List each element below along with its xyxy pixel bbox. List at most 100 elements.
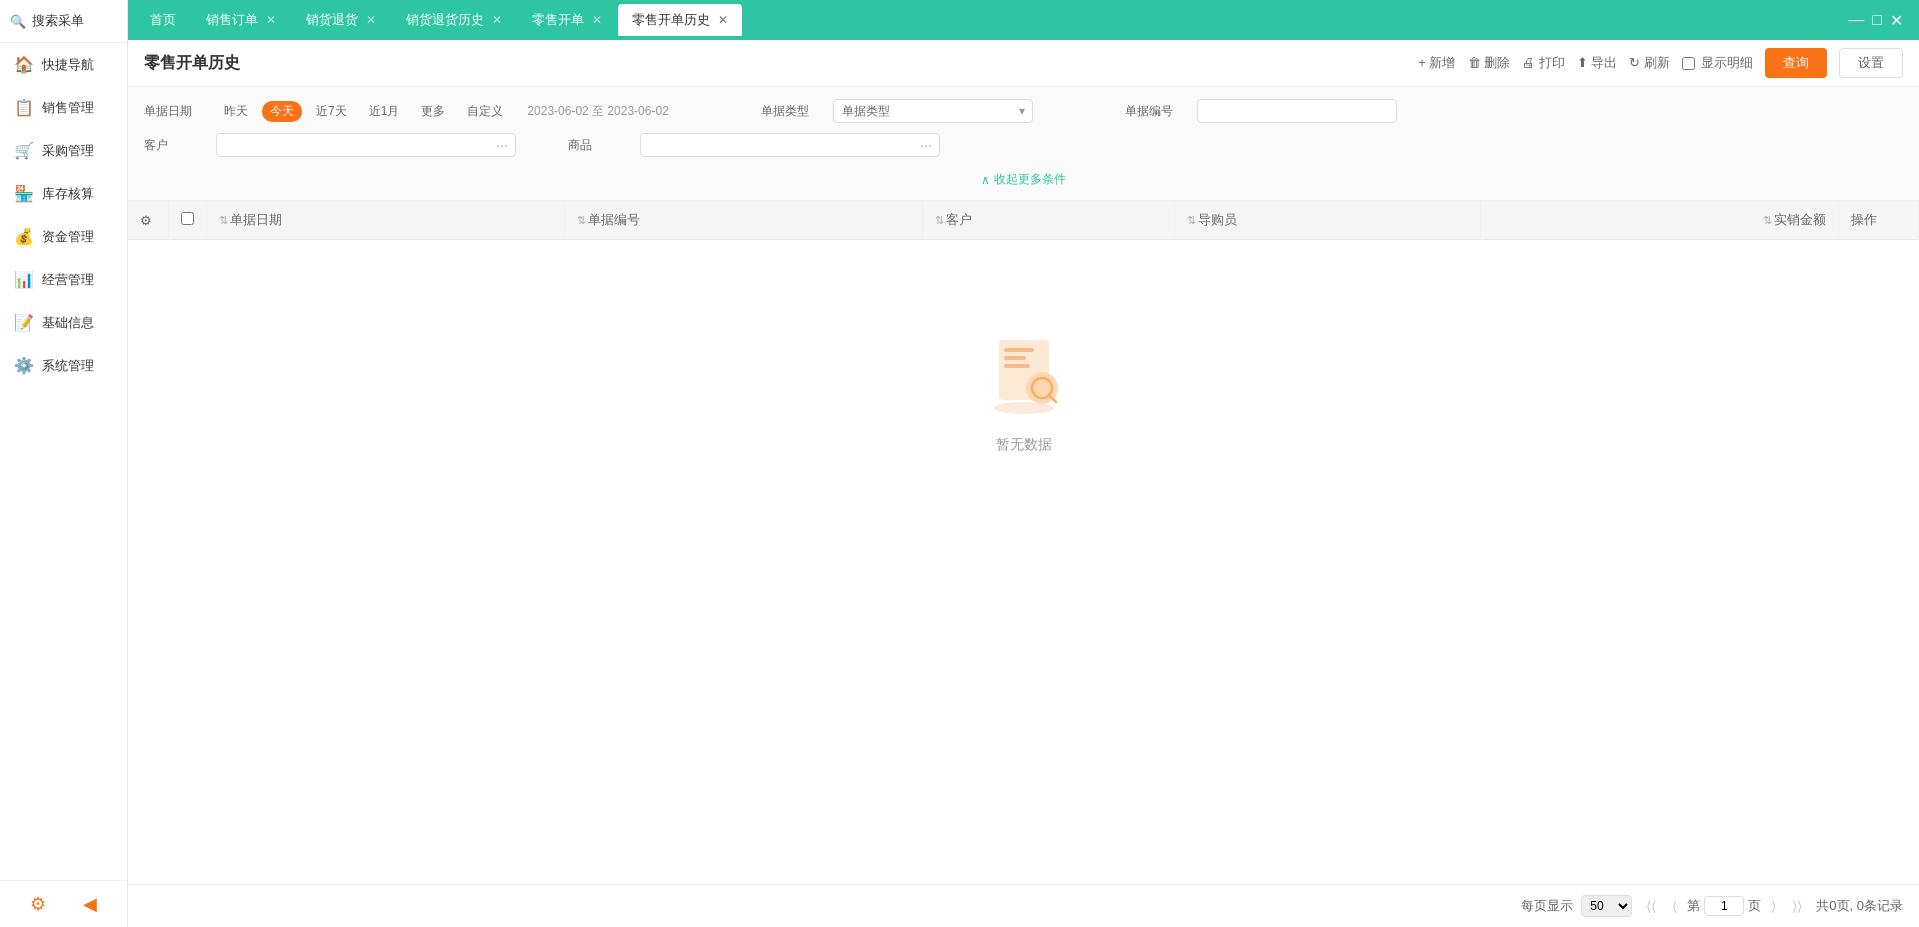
svg-rect-4 <box>1004 364 1030 368</box>
sort-amount-icon: ⇅ <box>1763 214 1772 226</box>
date-filter-label: 单据日期 <box>144 103 204 120</box>
tab-sales-return-history[interactable]: 销货退货历史 ✕ <box>392 4 516 36</box>
tab-label-home: 首页 <box>150 11 176 29</box>
sidebar-item-operations[interactable]: 📊 经营管理 <box>0 258 127 301</box>
customer-filter-label: 客户 <box>144 137 204 154</box>
more-btn[interactable]: 更多 <box>413 101 453 122</box>
maximize-btn[interactable]: □ <box>1872 11 1882 29</box>
last7days-btn[interactable]: 近7天 <box>308 101 355 122</box>
goods-input[interactable] <box>640 133 940 157</box>
page-label-suffix: 页 <box>1748 897 1761 915</box>
doc-type-label: 单据类型 <box>761 103 821 120</box>
sidebar-icon-sales-mgmt: 📋 <box>14 98 34 117</box>
last-page-btn[interactable]: ⟩⟩ <box>1786 896 1808 916</box>
refresh-button[interactable]: ↻ 刷新 <box>1629 54 1670 72</box>
doc-type-select[interactable]: 单据类型 <box>833 99 1033 123</box>
tab-label-sales-return-history: 销货退货历史 <box>406 11 484 29</box>
prev-page-btn[interactable]: ⟨ <box>1666 896 1683 916</box>
sidebar-item-system-mgmt[interactable]: ⚙️系统管理 <box>0 344 127 387</box>
tab-close-sales-order[interactable]: ✕ <box>266 13 276 27</box>
tab-sales-order[interactable]: 销售订单✕ <box>192 4 290 36</box>
tab-close-retail-open[interactable]: ✕ <box>592 13 602 27</box>
last1month-btn[interactable]: 近1月 <box>361 101 408 122</box>
custom-btn[interactable]: 自定义 <box>459 101 511 122</box>
sidebar-icon-quick-nav: 🏠 <box>14 55 34 74</box>
collapse-icon: ∧ <box>981 173 990 187</box>
th-customer[interactable]: ⇅客户 <box>923 201 1175 240</box>
tab-close-retail-open-history[interactable]: ✕ <box>718 13 728 27</box>
sidebar-label-basic-info: 基础信息 <box>42 314 94 332</box>
sidebar-item-quick-nav[interactable]: 🏠 快捷导航 <box>0 43 127 86</box>
svg-point-0 <box>994 402 1054 414</box>
tab-retail-open[interactable]: 零售开单✕ <box>518 4 616 36</box>
sidebar-search[interactable]: 🔍 搜索采单 <box>0 0 127 43</box>
sidebar-label-operations: 经营管理 <box>42 271 94 289</box>
page-nav: ⟨⟨ ⟨ 第 页 ⟩ ⟩⟩ <box>1640 896 1808 916</box>
page-title: 零售开单历史 <box>144 53 240 74</box>
pagination: 每页显示 50 10 20 100 ⟨⟨ ⟨ 第 页 ⟩ ⟩⟩ 共0页, 0条记… <box>128 884 1919 927</box>
minimize-btn[interactable]: — <box>1848 11 1864 29</box>
th-settings[interactable]: ⚙ <box>128 201 168 240</box>
sidebar: 🔍 搜索采单 🏠 快捷导航 📋销售管理 🛒 采购管理 🏪库存核算💰资金管理 📊 经营管理 📝 基础… <box>0 0 128 927</box>
filter-row-2: 客户 ··· 商品 ··· <box>144 133 1903 157</box>
collapse-filter-btn[interactable]: ∧ 收起更多条件 <box>144 167 1903 196</box>
sidebar-label-purchase-mgmt: 采购管理 <box>42 142 94 160</box>
data-table: ⚙ ⇅单据日期 ⇅单据编号 ⇅客户 ⇅导购员 ⇅实销金额 操作 <box>128 201 1919 240</box>
page-input[interactable] <box>1704 896 1744 916</box>
query-button[interactable]: 查询 <box>1765 48 1827 78</box>
sidebar-icon-basic-info: 📝 <box>14 313 34 332</box>
sidebar-item-purchase-mgmt[interactable]: 🛒 采购管理 <box>0 129 127 172</box>
filter-row-1: 单据日期 昨天 今天 近7天 近1月 更多 自定义 2023-06-02 至 2… <box>144 99 1903 123</box>
sidebar-icon-operations: 📊 <box>14 270 34 289</box>
tab-close-sales-return[interactable]: ✕ <box>366 13 376 27</box>
select-all-checkbox[interactable] <box>181 212 194 225</box>
th-actual-amount[interactable]: ⇅实销金额 <box>1480 201 1838 240</box>
per-page-select[interactable]: 50 10 20 100 <box>1581 895 1632 917</box>
doc-number-input[interactable] <box>1197 99 1397 123</box>
tab-label-sales-return: 销货退货 <box>306 11 358 29</box>
customer-input[interactable] <box>216 133 516 157</box>
delete-button[interactable]: 🗑 删除 <box>1468 54 1511 72</box>
tab-sales-return[interactable]: 销货退货 ✕ <box>292 4 390 36</box>
export-button[interactable]: ⬆ 导出 <box>1577 54 1618 72</box>
display-detail-toggle[interactable]: 显示明细 <box>1682 54 1753 72</box>
sidebar-item-inventory[interactable]: 🏪库存核算 <box>0 172 127 215</box>
th-checkbox[interactable] <box>168 201 206 240</box>
add-button[interactable]: + 新增 <box>1418 54 1455 72</box>
first-page-btn[interactable]: ⟨⟨ <box>1640 896 1662 916</box>
sidebar-item-sales-mgmt[interactable]: 📋销售管理 <box>0 86 127 129</box>
th-doc-number[interactable]: ⇅单据编号 <box>564 201 922 240</box>
th-actions: 操作 <box>1839 201 1919 240</box>
sidebar-label-inventory: 库存核算 <box>42 185 94 203</box>
tab-label-retail-open-history: 零售开单历史 <box>632 11 710 29</box>
sidebar-bottom: ⚙ ◀ <box>0 880 127 927</box>
sidebar-label-quick-nav: 快捷导航 <box>42 56 94 74</box>
sort-customer-icon: ⇅ <box>935 214 944 226</box>
tab-home[interactable]: 首页 <box>136 4 190 36</box>
close-btn[interactable]: ✕ <box>1890 11 1903 30</box>
settings-bottom-icon[interactable]: ⚙ <box>30 893 46 915</box>
toolbar: 零售开单历史 + 新增 🗑 删除 🖨 打印 ⬆ 导出 ↻ 刷新 显示明细 查询 … <box>128 40 1919 87</box>
search-icon: 🔍 <box>10 14 26 29</box>
tab-retail-open-history[interactable]: 零售开单历史 ✕ <box>618 4 742 36</box>
tab-close-sales-return-history[interactable]: ✕ <box>492 13 502 27</box>
next-page-btn[interactable]: ⟩ <box>1765 896 1782 916</box>
tabs-bar: 首页销售订单✕销货退货✕销货退货历史✕零售开单✕零售开单历史✕ — □ ✕ <box>128 0 1919 40</box>
empty-text: 暂无数据 <box>996 436 1052 454</box>
content-area: 零售开单历史 + 新增 🗑 删除 🖨 打印 ⬆ 导出 ↻ 刷新 显示明细 查询 … <box>128 40 1919 927</box>
total-text: 共0页, 0条记录 <box>1816 897 1903 915</box>
table-header-row: ⚙ ⇅单据日期 ⇅单据编号 ⇅客户 ⇅导购员 ⇅实销金额 操作 <box>128 201 1919 240</box>
yesterday-btn[interactable]: 昨天 <box>216 101 256 122</box>
collapse-sidebar-icon[interactable]: ◀ <box>83 893 97 915</box>
sidebar-icon-purchase-mgmt: 🛒 <box>14 141 34 160</box>
th-guide[interactable]: ⇅导购员 <box>1175 201 1480 240</box>
sidebar-item-finance[interactable]: 💰资金管理 <box>0 215 127 258</box>
display-detail-checkbox[interactable] <box>1682 57 1695 70</box>
print-button[interactable]: 🖨 打印 <box>1522 54 1565 72</box>
doc-number-label: 单据编号 <box>1125 103 1185 120</box>
sidebar-item-basic-info[interactable]: 📝 基础信息 <box>0 301 127 344</box>
today-btn[interactable]: 今天 <box>262 101 302 122</box>
th-doc-date[interactable]: ⇅单据日期 <box>206 201 564 240</box>
goods-dots-icon: ··· <box>920 137 932 153</box>
settings-button[interactable]: 设置 <box>1839 48 1903 78</box>
